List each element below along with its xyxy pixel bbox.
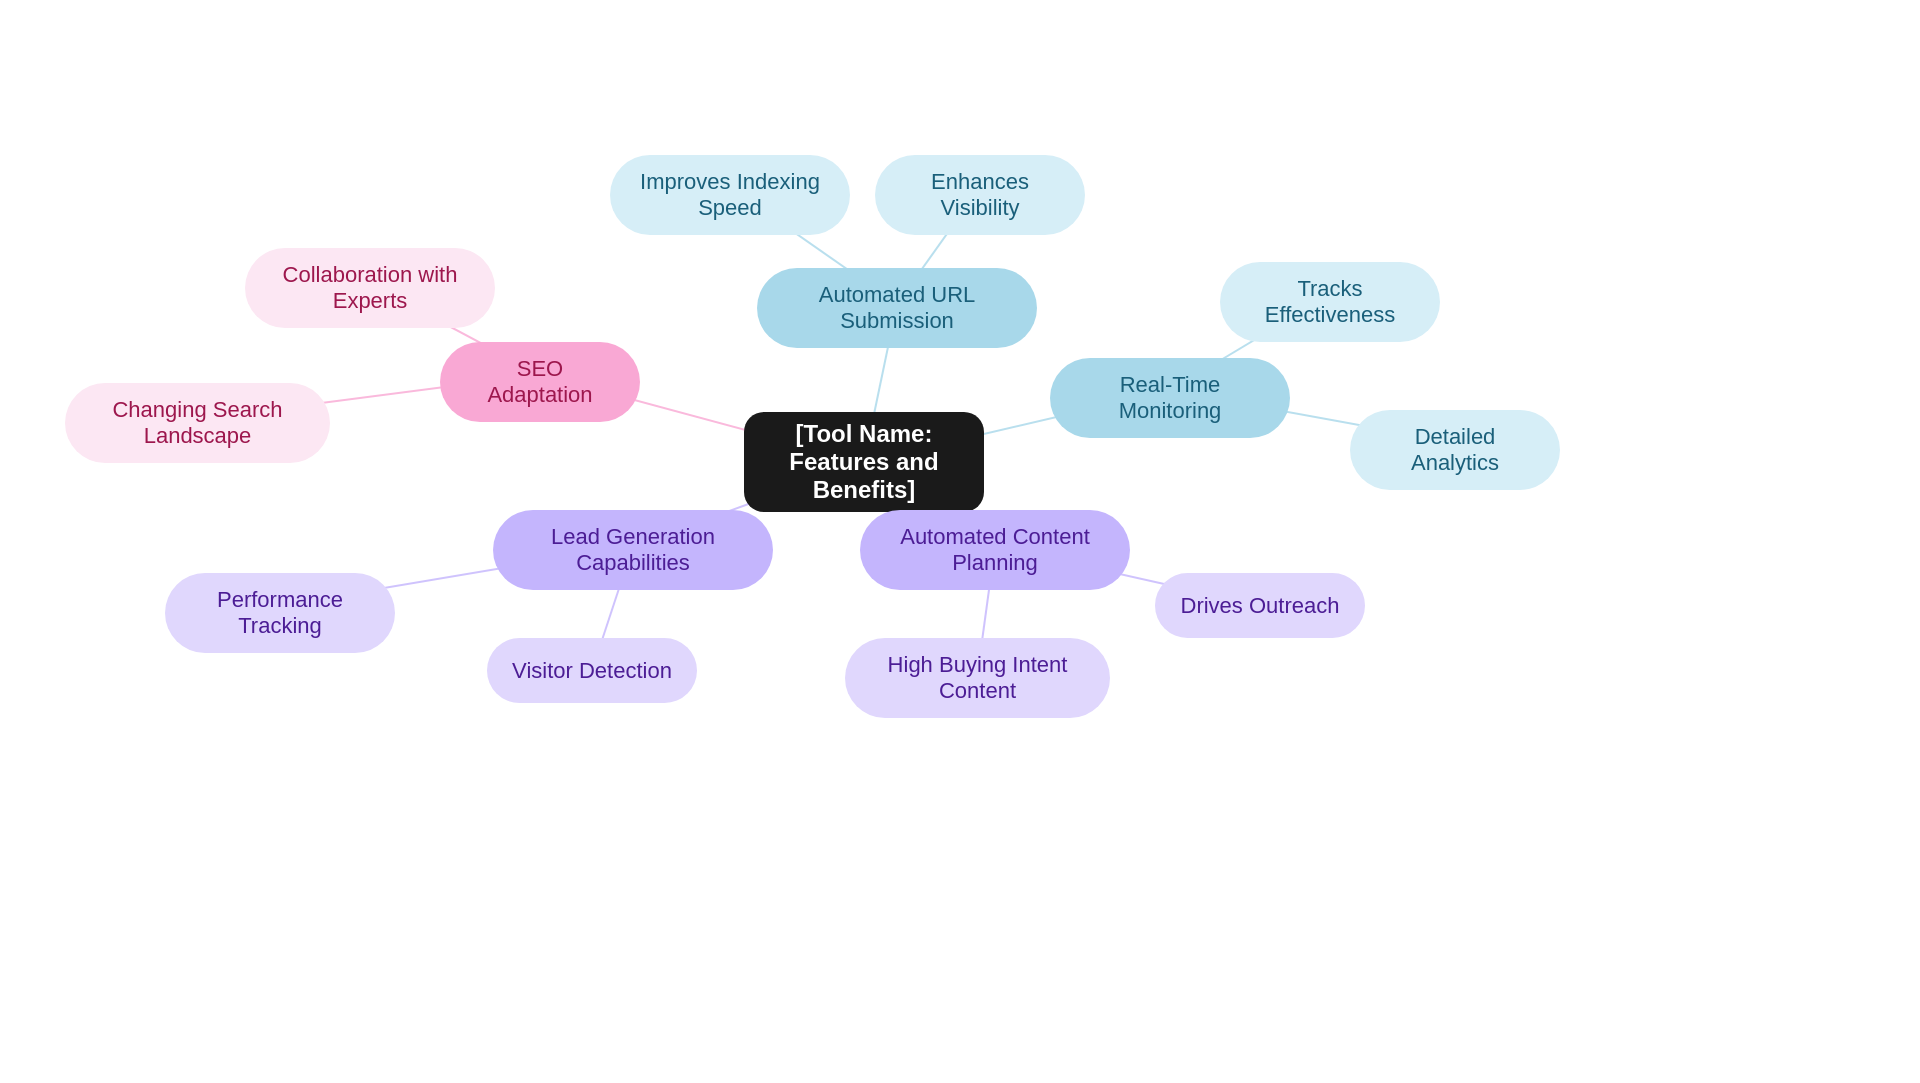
enhances-visibility-node: Enhances Visibility: [875, 155, 1085, 235]
high-buying-intent-content-node: High Buying Intent Content: [845, 638, 1110, 718]
tracks-effectiveness-node: Tracks Effectiveness: [1220, 262, 1440, 342]
changing-search-landscape-node: Changing Search Landscape: [65, 383, 330, 463]
improves-indexing-speed-node: Improves Indexing Speed: [610, 155, 850, 235]
detailed-analytics-node: Detailed Analytics: [1350, 410, 1560, 490]
visitor-detection-node: Visitor Detection: [487, 638, 697, 703]
lead-generation-capabilities-node: Lead Generation Capabilities: [493, 510, 773, 590]
center-node: [Tool Name: Features and Benefits]: [744, 412, 984, 512]
mindmap-container: [Tool Name: Features and Benefits]Automa…: [0, 0, 1920, 1083]
drives-outreach-node: Drives Outreach: [1155, 573, 1365, 638]
real-time-monitoring-node: Real-Time Monitoring: [1050, 358, 1290, 438]
seo-adaptation-node: SEO Adaptation: [440, 342, 640, 422]
collaboration-with-experts-node: Collaboration with Experts: [245, 248, 495, 328]
automated-url-submission-node: Automated URL Submission: [757, 268, 1037, 348]
automated-content-planning-node: Automated Content Planning: [860, 510, 1130, 590]
performance-tracking-node: Performance Tracking: [165, 573, 395, 653]
